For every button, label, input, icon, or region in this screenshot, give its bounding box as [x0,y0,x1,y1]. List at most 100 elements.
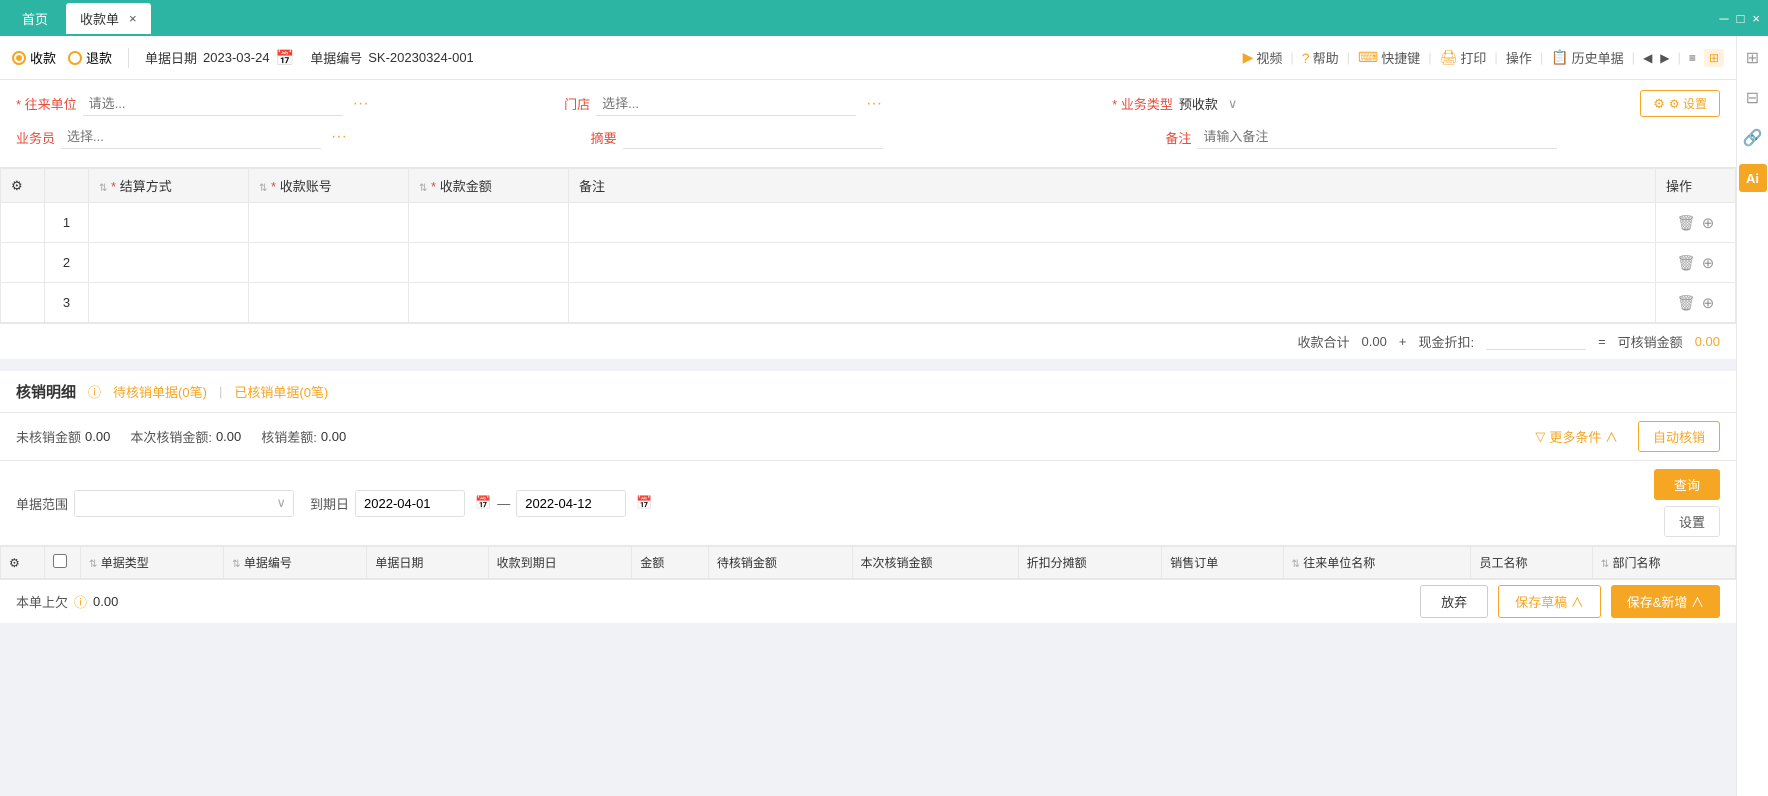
radio-tuihua[interactable]: 退款 [68,48,112,67]
radio-dot-shouquan [12,51,26,65]
partner-input[interactable] [83,92,343,116]
form-row-2: 业务员 ··· 摘要 备注 [16,125,1720,149]
date-from-icon[interactable]: 📅 [475,495,491,511]
footer: 本单上欠 ⓘ 0.00 放弃 保存草稿 ∧ 保存&新增 ∧ [0,579,1736,623]
receipt-type-radio: 收款 退款 [12,48,112,67]
right-sidebar: ⊞ ⊟ 🔗 Ai [1736,36,1768,796]
writeoff-section-header: 核销明细 ⓘ 待核销单据(0笔) | 已核销单据(0笔) [0,371,1736,413]
delete-row-3-icon[interactable]: 🗑 [1677,294,1696,312]
tab-done[interactable]: 已核销单据(0笔) [234,382,328,401]
window-max-btn[interactable]: □ [1737,11,1745,26]
copy-row-2-icon[interactable]: ⊕ [1702,254,1715,272]
window-close-btn[interactable]: × [1752,11,1760,26]
auto-writeoff-btn[interactable]: 自动核销 [1638,421,1720,452]
table-row: 1 🗑 ⊕ [1,203,1736,243]
writeoff-info-icon[interactable]: ⓘ [88,382,101,401]
staff-input[interactable] [61,125,321,149]
discount-input[interactable] [1486,334,1586,350]
copy-row-1-icon[interactable]: ⊕ [1702,214,1715,232]
th-account: ⇅ * 收款账号 [249,169,409,203]
date-to-input[interactable] [516,490,626,517]
save-new-btn[interactable]: 保存&新增 ∧ [1611,585,1720,618]
partner-field: * 往来单位 ··· [16,92,544,116]
tab-pending[interactable]: 待核销单据(0笔) [113,382,207,401]
delete-row-1-icon[interactable]: 🗑 [1677,214,1696,232]
remark-input[interactable] [1197,125,1557,149]
date-from-input[interactable] [355,490,465,517]
bth-date: 单据日期 [367,547,488,579]
copy-row-3-icon[interactable]: ⊕ [1702,294,1715,312]
top-nav: 首页 收款单 × ─ □ × [0,0,1768,36]
form-row-1: * 往来单位 ··· 门店 ··· * 业务类型 预收款 ∨ ⚙ [16,90,1720,117]
history-icon: 📋 [1551,49,1568,66]
help-action[interactable]: ? 帮助 [1302,48,1339,67]
stats-row: 未核销金额 0.00 本次核销金额: 0.00 核销差额: 0.00 ▽ 更多条… [0,413,1736,461]
date-filter: 到期日 📅 — 📅 [310,490,652,517]
print-action[interactable]: 🖨 打印 [1440,48,1487,67]
sidebar-table-icon[interactable]: ⊞ [1739,44,1767,72]
query-btn[interactable]: 查询 [1654,469,1720,500]
bottom-table-container: ⚙ ⇅ 单据类型 ⇅ 单据编号 单据日期 收款到期日 金额 待 [0,546,1736,579]
grid-icon[interactable]: ⊞ [1704,49,1724,67]
save-draft-btn[interactable]: 保存草稿 ∧ [1498,585,1601,618]
filter-icon: ▽ [1535,429,1545,445]
th-op: 操作 [1656,169,1736,203]
summary-input[interactable] [623,125,883,149]
shortcut-action[interactable]: ⌨ 快捷键 [1358,48,1420,67]
toolbar-actions: ▶ 视频 | ? 帮助 | ⌨ 快捷键 | 🖨 打印 | [1243,48,1724,67]
biz-type-chevron[interactable]: ∨ [1228,96,1238,112]
calendar-icon[interactable]: 📅 [276,49,295,67]
nav-prev[interactable]: ◀ [1643,51,1652,65]
list-icon[interactable]: ≡ [1689,51,1696,65]
video-icon: ▶ [1243,49,1254,66]
more-conditions-btn[interactable]: ▽ 更多条件 ∧ [1535,427,1618,446]
diff-stat: 核销差额: 0.00 [261,427,346,446]
history-action[interactable]: 📋 历史单据 [1551,48,1623,67]
bth-settings[interactable]: ⚙ [1,547,45,579]
sidebar-data-icon[interactable]: ⊟ [1739,84,1767,112]
store-field: 门店 ··· [544,92,1092,116]
th-settle: ⇅ * 结算方式 [89,169,249,203]
biz-type-field: * 业务类型 预收款 ∨ [1092,94,1640,113]
store-input[interactable] [596,92,856,116]
th-amount: ⇅ * 收款金额 [409,169,569,203]
radio-shouquan[interactable]: 收款 [12,48,56,67]
store-dots[interactable]: ··· [866,95,882,113]
date-to-icon[interactable]: 📅 [636,495,652,511]
bth-type: ⇅ 单据类型 [81,547,224,579]
table-row: 3 🗑 ⊕ [1,283,1736,323]
equals-symbol: = [1598,334,1606,349]
bth-staff-name: 员工名称 [1471,547,1592,579]
footer-info-icon[interactable]: ⓘ [74,592,87,611]
nav-tab-home[interactable]: 首页 [8,3,62,34]
bth-pending-amount: 待核销金额 [708,547,852,579]
abandon-btn[interactable]: 放弃 [1420,585,1488,618]
delete-row-2-icon[interactable]: 🗑 [1677,254,1696,272]
ops-action[interactable]: 操作 [1506,48,1532,67]
nav-next[interactable]: ▶ [1660,51,1669,65]
nav-tab-receipt[interactable]: 收款单 × [66,3,151,34]
total-label: 收款合计 [1298,332,1350,351]
staff-dots[interactable]: ··· [331,128,347,146]
footer-info: 本单上欠 ⓘ 0.00 [16,592,118,611]
number-field: 单据编号 SK-20230324-001 [310,48,474,67]
sidebar-ai-icon[interactable]: Ai [1739,164,1767,192]
staff-field: 业务员 ··· [16,125,571,149]
sidebar-attachment-icon[interactable]: 🔗 [1739,124,1767,152]
settings-button[interactable]: ⚙ ⚙ 设置 [1640,90,1720,117]
radio-dot-tuihua [68,51,82,65]
close-tab-icon[interactable]: × [129,11,137,26]
th-settings[interactable]: ⚙ [1,169,45,203]
video-action[interactable]: ▶ 视频 [1243,48,1283,67]
bth-check [45,547,81,579]
th-num [45,169,89,203]
plus-symbol: + [1399,334,1407,349]
settings-icon: ⚙ [1653,96,1665,112]
window-min-btn[interactable]: ─ [1719,11,1728,26]
range-filter: 单据范围 ∨ [16,490,294,517]
bottom-table-header: ⚙ ⇅ 单据类型 ⇅ 单据编号 单据日期 收款到期日 金额 待 [1,547,1736,579]
range-select[interactable] [74,490,294,517]
partner-dots[interactable]: ··· [353,95,369,113]
filter-settings-btn[interactable]: 设置 [1664,506,1720,537]
select-all-checkbox[interactable] [53,554,67,568]
